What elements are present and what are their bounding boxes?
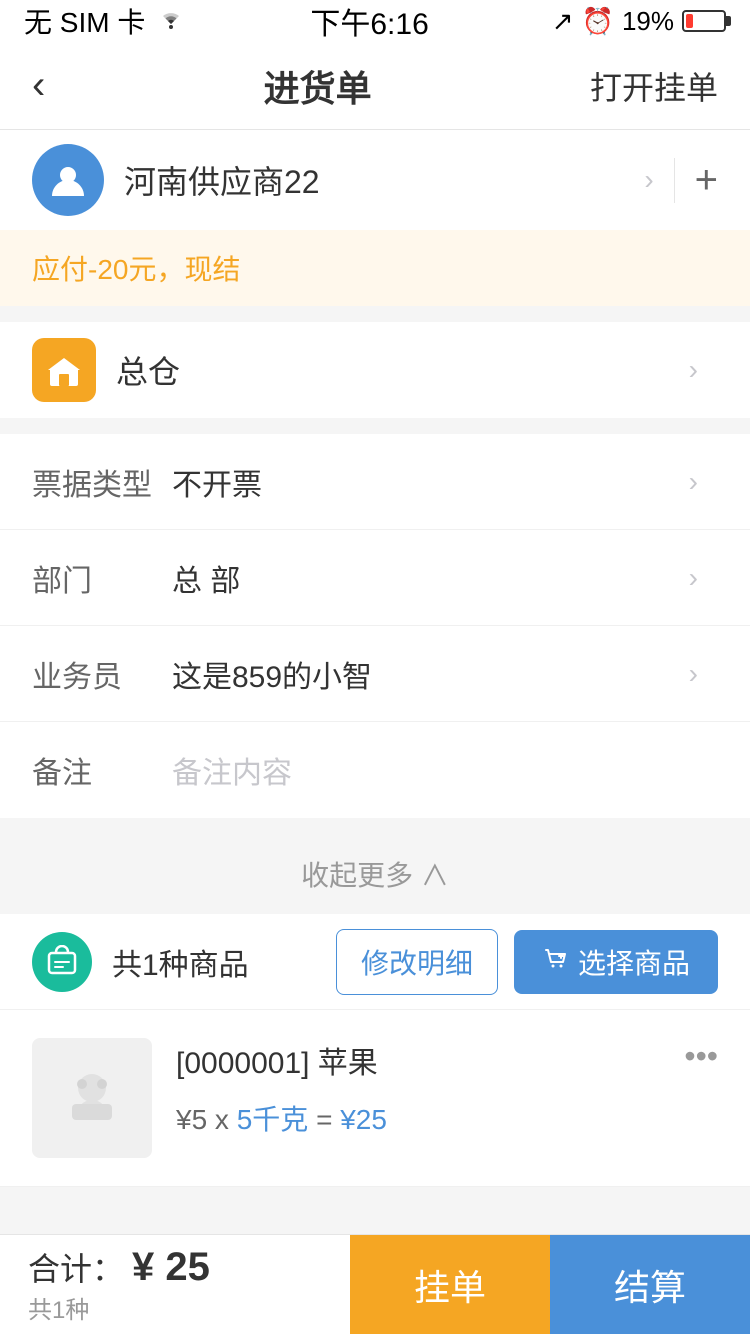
settle-button[interactable]: 结算 [550,1235,750,1334]
equals: = [316,1104,340,1135]
quantity: 5千克 [237,1104,309,1135]
department-value: 总 部 [172,556,689,600]
chevron-right-icon: › [644,164,653,196]
chevron-right-icon: › [689,658,698,690]
supplier-row[interactable]: 河南供应商22 › + [0,130,750,230]
more-button[interactable]: ••• [684,1038,718,1075]
carrier-text: 无 SIM 卡 [24,1,145,41]
hang-button[interactable]: 挂单 [350,1235,550,1334]
settle-label: 结算 [614,1259,686,1311]
total-price: ¥25 [340,1104,387,1135]
total-sub: 共1种 [28,1290,322,1325]
form-section: 票据类型 不开票 › 部门 总 部 › 业务员 这是859的小智 › 备注 备注… [0,434,750,818]
product-name-text: 苹果 [318,1047,378,1080]
unit-price: ¥5 x [176,1104,237,1135]
content-area: 河南供应商22 › + 应付-20元，现结 总仓 › 票据类型 不开票 › [0,130,750,1303]
products-header: 共1种商品 修改明细 选择商品 [0,914,750,1010]
footer-bar: 合计： ¥ 25 共1种 挂单 结算 [0,1234,750,1334]
modify-detail-button[interactable]: 修改明细 [336,929,498,995]
status-right: ↗ ⏰ 19% [552,6,726,37]
salesman-value: 这是859的小智 [172,652,689,696]
warehouse-icon [32,338,96,402]
cart-icon [542,944,570,979]
total-row: 合计： ¥ 25 [28,1244,322,1290]
supplier-avatar [32,144,104,216]
supplier-name: 河南供应商22 [124,157,644,203]
alarm-icon: ⏰ [582,6,614,37]
products-count: 共1种商品 [112,940,336,984]
add-button[interactable]: + [674,158,718,203]
status-bar: 无 SIM 卡 下午6:16 ↗ ⏰ 19% [0,0,750,42]
nav-bar: ‹ 进货单 打开挂单 [0,42,750,130]
supplier-notice: 应付-20元，现结 [0,230,750,306]
battery-percent: 19% [622,6,674,37]
product-thumbnail [32,1038,152,1158]
collapse-label: 收起更多 ∧ [301,854,449,894]
remark-label: 备注 [32,748,172,792]
products-icon [32,932,92,992]
product-info: [0000001] 苹果 ¥5 x 5千克 = ¥25 [176,1038,684,1138]
ticket-type-label: 票据类型 [32,460,172,504]
wifi-icon [155,5,187,37]
back-button[interactable]: ‹ [32,63,45,108]
product-name: [0000001] 苹果 [176,1038,684,1082]
products-section: 共1种商品 修改明细 选择商品 [0,914,750,1187]
hang-label: 挂单 [414,1259,486,1311]
total-amount: ¥ 25 [132,1245,210,1290]
product-code: [0000001] [176,1047,318,1080]
open-hang-button[interactable]: 打开挂单 [590,63,718,109]
salesman-label: 业务员 [32,652,172,696]
total-label: 合计： [28,1244,124,1290]
chevron-right-icon: › [689,354,698,386]
warehouse-row[interactable]: 总仓 › [0,322,750,418]
ticket-type-row[interactable]: 票据类型 不开票 › [0,434,750,530]
select-product-button[interactable]: 选择商品 [514,930,718,994]
remark-placeholder: 备注内容 [172,748,718,792]
chevron-right-icon: › [689,562,698,594]
battery-icon [682,10,726,32]
status-left: 无 SIM 卡 [24,1,187,41]
supplier-section: 河南供应商22 › + 应付-20元，现结 [0,130,750,306]
page-title: 进货单 [264,60,372,112]
ticket-type-value: 不开票 [172,460,689,504]
select-product-label: 选择商品 [578,942,690,982]
product-price: ¥5 x 5千克 = ¥25 [176,1098,684,1138]
department-row[interactable]: 部门 总 部 › [0,530,750,626]
remark-row[interactable]: 备注 备注内容 [0,722,750,818]
collapse-row[interactable]: 收起更多 ∧ [0,834,750,914]
status-time: 下午6:16 [310,0,428,43]
warehouse-section[interactable]: 总仓 › [0,322,750,418]
warehouse-name: 总仓 [116,347,689,393]
product-item: [0000001] 苹果 ¥5 x 5千克 = ¥25 ••• [0,1010,750,1187]
salesman-row[interactable]: 业务员 这是859的小智 › [0,626,750,722]
location-icon: ↗ [552,6,574,37]
chevron-right-icon: › [689,466,698,498]
footer-total: 合计： ¥ 25 共1种 [0,1235,350,1334]
department-label: 部门 [32,556,172,600]
